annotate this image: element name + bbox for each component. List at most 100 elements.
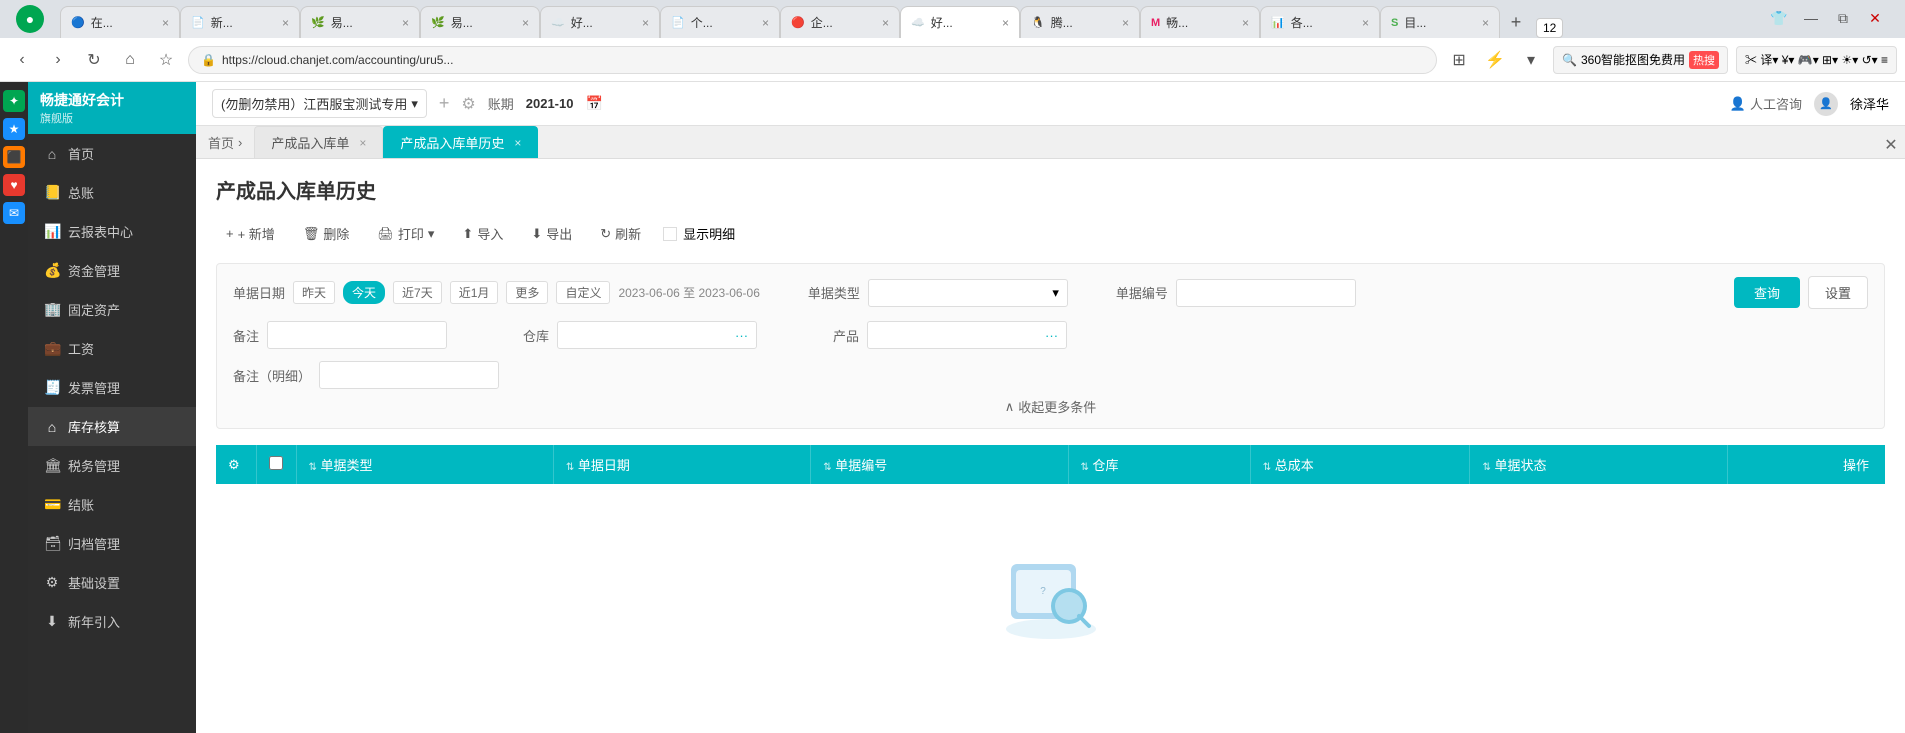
query-button[interactable]: 查询 [1734,277,1800,308]
tab-close-11[interactable]: × [1362,16,1369,30]
company-selector[interactable]: (勿删勿禁用）江西服宝测试专用 ▾ [212,89,427,118]
tab-close-3[interactable]: × [402,16,409,30]
tab-counter-badge[interactable]: 12 [1536,18,1563,38]
warehouse-select[interactable]: ··· [557,321,757,349]
sidebar-item-more[interactable]: ⬇ 新年引入 [28,602,196,641]
tab-close-1[interactable]: × [162,16,169,30]
tab-close-12[interactable]: × [1482,16,1489,30]
tab-close-9[interactable]: × [1122,16,1129,30]
bookmark-button[interactable]: ☆ [152,46,180,74]
tab-5[interactable]: ☁️ 好... × [540,6,660,38]
collapse-button[interactable]: ∧ 收起更多条件 [233,389,1868,416]
export-button[interactable]: ⬇ 导出 [521,220,582,247]
home-button[interactable]: ⌂ [116,46,144,74]
minimize-button[interactable]: — [1797,4,1825,32]
dropdown-button[interactable]: ▾ [1517,46,1545,74]
sidebar-item-invoice[interactable]: 🧾 发票管理 [28,368,196,407]
grid-icon[interactable]: ⊞ [1445,46,1473,74]
tab-9[interactable]: 🐧 腾... × [1020,6,1140,38]
forward-button[interactable]: › [44,46,72,74]
th-total-cost[interactable]: ⇅ 总成本 [1250,445,1470,484]
delete-button[interactable]: 🗑 删除 [293,220,360,247]
search-bar[interactable]: 🔍 360智能抠图免费用 热搜 [1553,46,1728,74]
shirt-icon[interactable]: 👕 [1765,4,1793,32]
app-icon-orange[interactable]: ⬛ [3,146,25,168]
th-warehouse[interactable]: ⇅ 仓库 [1068,445,1250,484]
7days-button[interactable]: 近7天 [393,281,442,304]
settings-gear-button[interactable]: ⚙ [461,94,475,114]
sidebar-item-fixed-assets[interactable]: 🏢 固定资产 [28,290,196,329]
tab-2[interactable]: 📄 新... × [180,6,300,38]
sidebar-item-inventory[interactable]: ⌂ 库存核算 [28,407,196,446]
page-tab-doc-list[interactable]: 产成品入库单 × [254,126,383,158]
sidebar-item-archive[interactable]: 🗃 归档管理 [28,524,196,563]
app-icon-social[interactable]: ♥ [3,174,25,196]
new-tab-button[interactable]: + [1500,6,1532,38]
note-input[interactable] [267,321,447,349]
tab-close-4[interactable]: × [522,16,529,30]
breadcrumb-home[interactable]: 首页 [208,133,234,152]
tab-11[interactable]: 📊 各... × [1260,6,1380,38]
print-button[interactable]: 🖨 打印 ▾ [367,220,444,247]
tab-12[interactable]: S 目... × [1380,6,1500,38]
app-icon-main[interactable]: ✦ [3,90,25,112]
calendar-icon[interactable]: 📅 [585,95,602,112]
tab-10[interactable]: M 畅... × [1140,6,1260,38]
sidebar-item-payroll[interactable]: 💼 工资 [28,329,196,368]
product-select[interactable]: ··· [867,321,1067,349]
sidebar-item-reports[interactable]: 📊 云报表中心 [28,212,196,251]
doc-number-input[interactable] [1176,279,1356,307]
refresh-button[interactable]: ↻ 刷新 [590,220,651,247]
page-tab-doc-list-close[interactable]: × [359,136,366,150]
close-button[interactable]: ✕ [1861,4,1889,32]
tab-close-10[interactable]: × [1242,16,1249,30]
back-button[interactable]: ‹ [8,46,36,74]
service-button[interactable]: 👤 人工咨询 [1730,94,1802,113]
restore-button[interactable]: ⧉ [1829,4,1857,32]
app-icon-mail[interactable]: ✉ [3,202,25,224]
add-company-button[interactable]: + [439,93,450,114]
custom-date-button[interactable]: 自定义 [556,281,610,304]
th-settings[interactable]: ⚙ [216,445,256,484]
th-doc-date[interactable]: ⇅ 单据日期 [553,445,810,484]
app-icon-blue[interactable]: ★ [3,118,25,140]
import-button[interactable]: ⬆ 导入 [452,220,513,247]
th-doc-number[interactable]: ⇅ 单据编号 [811,445,1068,484]
tab-3[interactable]: 🌿 易... × [300,6,420,38]
tab-7[interactable]: 🔴 企... × [780,6,900,38]
sidebar-item-ledger[interactable]: 📒 总账 [28,173,196,212]
today-button[interactable]: 今天 [343,281,385,304]
tab-close-5[interactable]: × [642,16,649,30]
page-tab-history-close[interactable]: × [514,136,521,150]
sidebar-item-basic[interactable]: ⚙ 基础设置 [28,563,196,602]
doc-type-select[interactable]: ▾ [868,279,1068,307]
browser-logo[interactable]: ● [16,5,44,33]
new-button[interactable]: + + 新增 [216,220,285,247]
tab-close-6[interactable]: × [762,16,769,30]
th-checkbox[interactable] [256,445,296,484]
th-doc-status[interactable]: ⇅ 单据状态 [1470,445,1727,484]
sidebar-item-funds[interactable]: 💰 资金管理 [28,251,196,290]
sidebar-item-home[interactable]: ⌂ 首页 [28,134,196,173]
1month-button[interactable]: 近1月 [450,281,499,304]
tab-8[interactable]: ☁️ 好... × [900,6,1020,38]
select-all-checkbox[interactable] [269,456,283,470]
user-avatar[interactable]: 👤 [1814,92,1838,116]
yesterday-button[interactable]: 昨天 [293,281,335,304]
tab-close-7[interactable]: × [882,16,889,30]
address-input-bar[interactable]: 🔒 https://cloud.chanjet.com/accounting/u… [188,46,1437,74]
show-col-checkbox[interactable] [663,227,677,241]
note-detail-input[interactable] [319,361,499,389]
more-date-button[interactable]: 更多 [506,281,548,304]
tab-1[interactable]: 🔵 在... × [60,6,180,38]
sidebar-item-checkout[interactable]: 💳 结账 [28,485,196,524]
lightning-icon[interactable]: ⚡ [1481,46,1509,74]
settings-filter-button[interactable]: 设置 [1808,276,1868,309]
tab-close-2[interactable]: × [282,16,289,30]
scissors-tool[interactable]: ✂ 译▾ ¥▾ 🎮▾ ⊞▾ ☀▾ ↺▾ ≡ [1736,46,1897,74]
page-tab-history[interactable]: 产成品入库单历史 × [383,126,538,158]
tab-6[interactable]: 📄 个... × [660,6,780,38]
tab-4[interactable]: 🌿 易... × [420,6,540,38]
th-doc-type[interactable]: ⇅ 单据类型 [296,445,553,484]
sidebar-item-tax[interactable]: 🏛 税务管理 [28,446,196,485]
